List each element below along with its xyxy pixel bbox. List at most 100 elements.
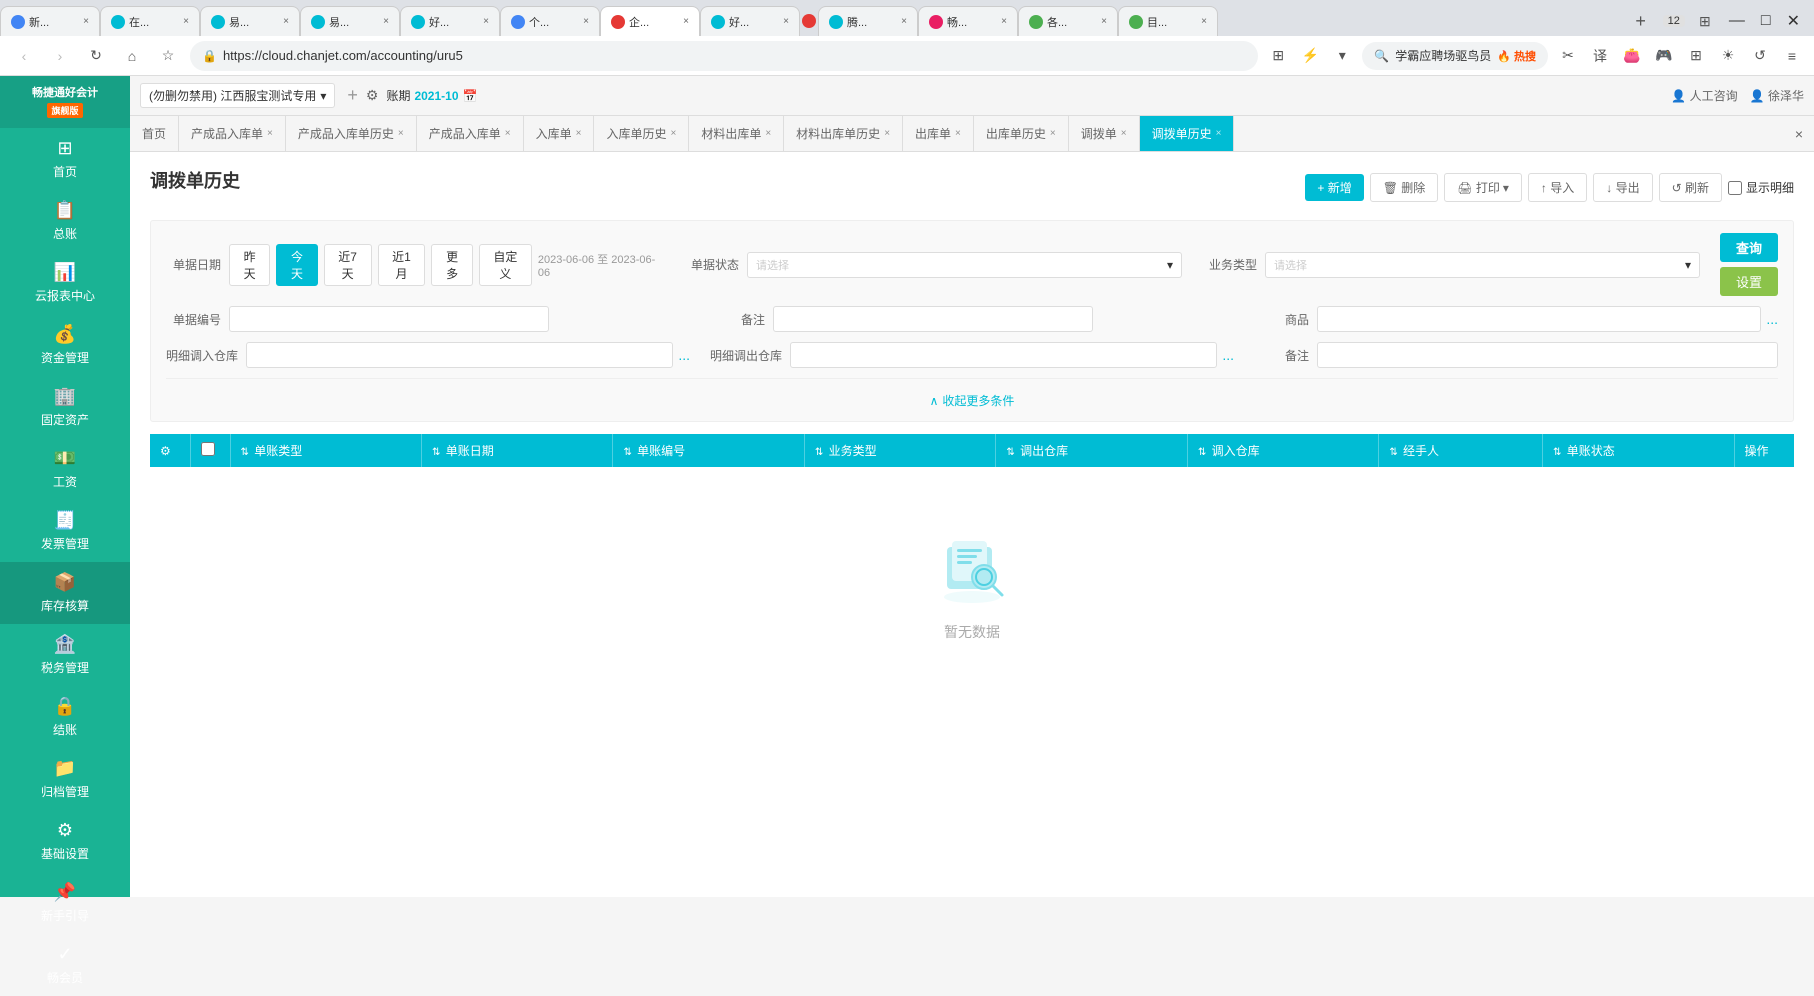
refresh-button[interactable]: ↺ 刷新 (1659, 173, 1722, 202)
tab-list-icon[interactable]: ⊞ (1693, 9, 1717, 33)
select-all-checkbox[interactable] (201, 442, 215, 456)
tab-product-in2[interactable]: 产成品入库单 × (417, 116, 524, 152)
tab-close-icon[interactable]: × (1050, 128, 1056, 139)
tab-transfer-history[interactable]: 调拨单历史 × (1140, 116, 1235, 152)
tab-close-icon[interactable]: × (1216, 128, 1222, 139)
settings-button[interactable]: 设置 (1720, 267, 1778, 296)
col-docno[interactable]: ⇅ 单账编号 (613, 434, 804, 467)
tab-product-in[interactable]: 产成品入库单 × (179, 116, 286, 152)
detail-in-input[interactable] (246, 342, 673, 368)
table-gear-icon[interactable]: ⚙ (160, 444, 171, 458)
bookmark-button[interactable]: ☆ (154, 42, 182, 70)
tab-close-icon[interactable]: × (398, 128, 404, 139)
table-settings-header[interactable]: ⚙ (150, 434, 190, 467)
home-button[interactable]: ⌂ (118, 42, 146, 70)
col-out-warehouse[interactable]: ⇅ 调出仓库 (996, 434, 1187, 467)
address-bar[interactable]: https://cloud.chanjet.com/accounting/uru… (223, 48, 1246, 63)
scissors-icon[interactable]: ✂ (1556, 44, 1580, 68)
menu-icon[interactable]: ≡ (1780, 44, 1804, 68)
col-biztype[interactable]: ⇅ 业务类型 (804, 434, 995, 467)
detail-out-more-icon[interactable]: ... (1222, 347, 1234, 363)
undo-icon[interactable]: ↺ (1748, 44, 1772, 68)
detail-remark-input[interactable] (1317, 342, 1778, 368)
browser-tab-8[interactable]: 好... × (700, 6, 800, 36)
print-button[interactable]: 🖨 打印 ▾ (1444, 173, 1522, 202)
tab-close-icon[interactable]: × (955, 128, 961, 139)
biztype-select[interactable]: 请选择 ▾ (1265, 252, 1700, 278)
customer-service-link[interactable]: 👤 人工咨询 (1671, 87, 1737, 104)
game-icon[interactable]: 🎮 (1652, 44, 1676, 68)
minimize-button[interactable]: — (1725, 12, 1749, 30)
table-checkbox-header[interactable] (190, 434, 230, 467)
col-in-warehouse[interactable]: ⇅ 调入仓库 (1187, 434, 1378, 467)
browser-tab-7[interactable]: 企... × (600, 6, 700, 36)
browser-tab-6[interactable]: 个... × (500, 6, 600, 36)
tab-bar-close-all[interactable]: × (1784, 116, 1814, 152)
browser-tab-3[interactable]: 易... × (200, 6, 300, 36)
wallet-icon[interactable]: 👛 (1620, 44, 1644, 68)
remark-input[interactable] (773, 306, 1093, 332)
browser-tab-1[interactable]: 新... × (0, 6, 100, 36)
browser-tab-5[interactable]: 好... × (400, 6, 500, 36)
tab-close-icon[interactable]: × (765, 128, 771, 139)
sidebar-item-report[interactable]: 📊 云报表中心 (0, 252, 130, 314)
browser-tab-11[interactable]: 各... × (1018, 6, 1118, 36)
sidebar-item-inventory[interactable]: 📦 库存核算 (0, 562, 130, 624)
tab-out-order[interactable]: 出库单 × (903, 116, 974, 152)
col-status[interactable]: ⇅ 单账状态 (1543, 434, 1734, 467)
grid2-icon[interactable]: ⊞ (1684, 44, 1708, 68)
date-7days-btn[interactable]: 近7天 (324, 244, 372, 286)
display-checkbox[interactable] (1728, 181, 1742, 195)
col-handler[interactable]: ⇅ 经手人 (1379, 434, 1543, 467)
browser-tab-12[interactable]: 目... × (1118, 6, 1218, 36)
tab-in-history[interactable]: 入库单历史 × (594, 116, 689, 152)
tab-close-icon[interactable]: × (670, 128, 676, 139)
sidebar-item-archive[interactable]: 📁 归档管理 (0, 748, 130, 810)
sidebar-item-home[interactable]: ⊞ 首页 (0, 128, 130, 190)
sidebar-item-asset[interactable]: 🏢 固定资产 (0, 376, 130, 438)
back-button[interactable]: ‹ (10, 42, 38, 70)
browser-tab-10[interactable]: 畅... × (918, 6, 1018, 36)
sidebar-item-guide[interactable]: 📌 新手引导 (0, 872, 130, 934)
settings-gear-icon[interactable]: ⚙ (366, 87, 379, 104)
date-yesterday-btn[interactable]: 昨天 (229, 244, 270, 286)
translate-icon[interactable]: 译 (1588, 44, 1612, 68)
calendar-icon[interactable]: 📅 (463, 89, 478, 103)
tab-in-order[interactable]: 入库单 × (524, 116, 595, 152)
tab-out-history[interactable]: 出库单历史 × (974, 116, 1069, 152)
forward-button[interactable]: › (46, 42, 74, 70)
new-tab-button[interactable]: + (1627, 7, 1655, 35)
browser-tab-close-btn[interactable] (802, 14, 816, 28)
new-button[interactable]: + 新增 (1305, 174, 1363, 201)
close-window-button[interactable]: ✕ (1783, 11, 1804, 31)
tab-close-icon[interactable]: × (505, 128, 511, 139)
sidebar-item-member[interactable]: ✓ 畅会员 (0, 934, 130, 996)
add-company-button[interactable]: + (347, 85, 358, 106)
sidebar-item-fund[interactable]: 💰 资金管理 (0, 314, 130, 376)
tab-close-icon[interactable]: × (267, 128, 273, 139)
delete-button[interactable]: 🗑 删除 (1370, 173, 1439, 202)
date-custom-btn[interactable]: 自定义 (479, 244, 532, 286)
tab-product-in-history[interactable]: 产成品入库单历史 × (286, 116, 417, 152)
sidebar-item-tax[interactable]: 🏦 税务管理 (0, 624, 130, 686)
sidebar-item-close[interactable]: 🔒 结账 (0, 686, 130, 748)
tab-close-icon[interactable]: × (1121, 128, 1127, 139)
display-toggle[interactable]: 显示明细 (1728, 179, 1794, 196)
query-button[interactable]: 查询 (1720, 233, 1778, 262)
browser-tab-9[interactable]: 腾... × (818, 6, 918, 36)
company-selector[interactable]: (勿删勿禁用) 江西服宝测试专用 ▾ (140, 83, 335, 108)
import-button[interactable]: ↑ 导入 (1528, 173, 1587, 202)
detail-out-input[interactable] (790, 342, 1217, 368)
export-button[interactable]: ↓ 导出 (1593, 173, 1652, 202)
sidebar-item-invoice[interactable]: 🧾 发票管理 (0, 500, 130, 562)
tab-home[interactable]: 首页 (130, 116, 179, 152)
extension-grid-icon[interactable]: ⊞ (1266, 44, 1290, 68)
reload-button[interactable]: ↻ (82, 42, 110, 70)
date-today-btn[interactable]: 今天 (276, 244, 317, 286)
sidebar-item-wage[interactable]: 💵 工资 (0, 438, 130, 500)
browser-tab-2[interactable]: 在... × (100, 6, 200, 36)
goods-more-icon[interactable]: ... (1766, 311, 1778, 327)
sidebar-item-ledger[interactable]: 📋 总账 (0, 190, 130, 252)
col-date[interactable]: ⇅ 单账日期 (421, 434, 612, 467)
tab-material-out-history[interactable]: 材料出库单历史 × (784, 116, 903, 152)
